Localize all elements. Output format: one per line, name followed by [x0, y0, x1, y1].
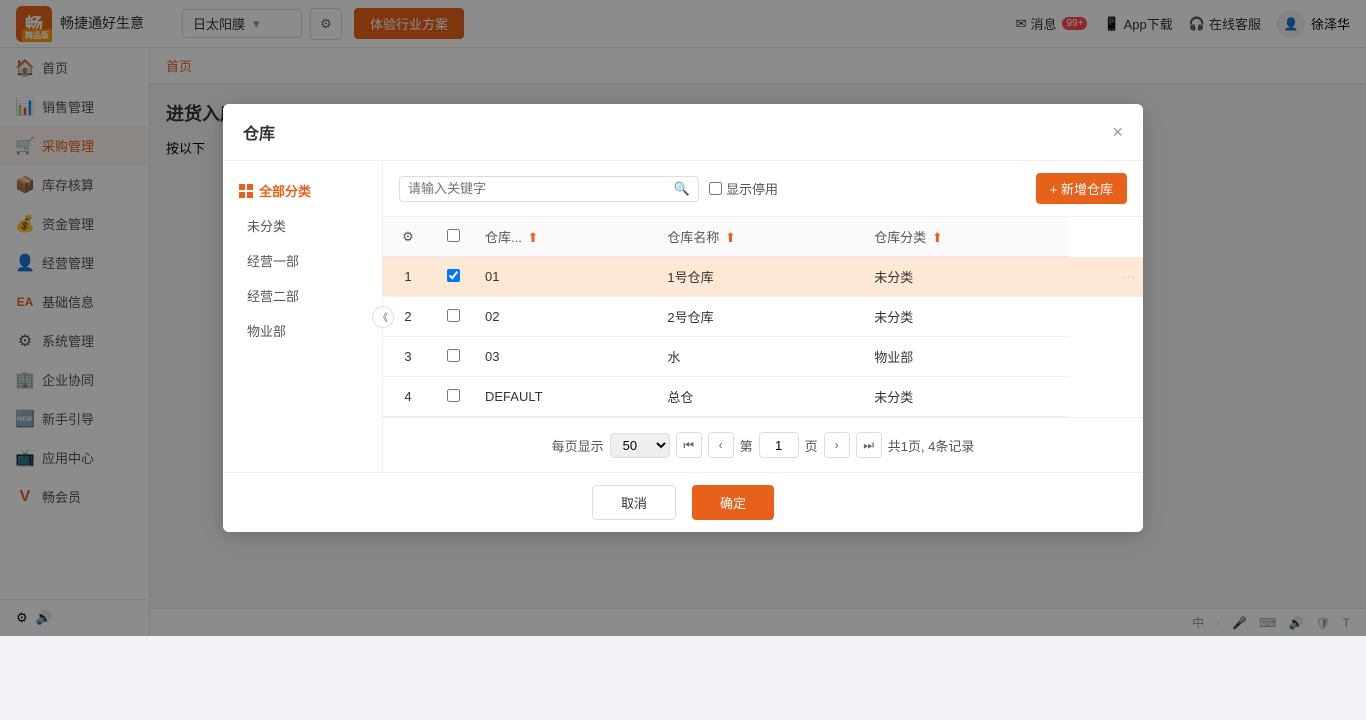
warehouse-table: ⚙ 仓库... ⬆ 仓库名称 [383, 217, 1143, 417]
sidebar-collapse-btn[interactable]: 《 [372, 306, 394, 328]
row-category: 未分类 [862, 297, 1069, 337]
col-check [433, 217, 473, 257]
row-category: 物业部 [862, 337, 1069, 377]
all-category-btn[interactable]: 全部分类 [223, 173, 382, 208]
show-disabled-checkbox[interactable] [709, 182, 722, 195]
modal-sidebar: 全部分类 未分类 经营一部 经营二部 物业部 《 [223, 161, 383, 472]
row-checkbox[interactable] [433, 377, 473, 417]
row-actions[interactable]: ··· [1069, 257, 1143, 297]
row-num: 4 [383, 377, 433, 417]
row-code: 02 [473, 297, 655, 337]
pagination: 每页显示 10 20 50 100 ⏮ ‹ 第 页 › ⏭ 共1页, 4条记录 [383, 417, 1143, 472]
row-name: 2号仓库 [655, 297, 862, 337]
modal-toolbar: 🔍 显示停用 + 新增仓库 [383, 161, 1143, 217]
row-num: 3 [383, 337, 433, 377]
gear-icon[interactable]: ⚙ [402, 229, 414, 244]
show-disabled-label: 显示停用 [709, 179, 778, 198]
table-row[interactable]: 3 03 水 物业部 [383, 337, 1143, 377]
grid-icon [239, 184, 253, 198]
row-num: 1 [383, 257, 433, 297]
select-all-checkbox[interactable] [447, 229, 460, 242]
modal-footer: 取消 确定 [223, 472, 1143, 532]
col-gear: ⚙ [383, 217, 433, 257]
confirm-button[interactable]: 确定 [692, 485, 774, 520]
search-input[interactable] [408, 181, 674, 196]
page-prefix-label: 第 [740, 436, 753, 455]
first-page-btn[interactable]: ⏮ [676, 432, 702, 458]
modal-main: 🔍 显示停用 + 新增仓库 ⚙ [383, 161, 1143, 472]
row-name: 总仓 [655, 377, 862, 417]
col-code: 仓库... ⬆ [473, 217, 655, 257]
modal-header: 仓库 × [223, 104, 1143, 161]
search-box: 🔍 [399, 176, 699, 202]
table-wrapper: ⚙ 仓库... ⬆ 仓库名称 [383, 217, 1143, 417]
cancel-button[interactable]: 取消 [592, 485, 676, 520]
row-name: 1号仓库 [655, 257, 862, 297]
table-row[interactable]: 1 01 1号仓库 未分类 ··· [383, 257, 1143, 297]
row-checkbox[interactable] [433, 297, 473, 337]
new-warehouse-btn[interactable]: + 新增仓库 [1036, 173, 1127, 204]
page-size-select[interactable]: 10 20 50 100 [610, 433, 670, 458]
modal-overlay: 仓库 × 全部分类 未分类 经营一部 经营二部 物业部 [0, 0, 1366, 636]
total-text: 共1页, 4条记录 [888, 436, 975, 455]
next-page-btn[interactable]: › [824, 432, 850, 458]
last-page-btn[interactable]: ⏭ [856, 432, 882, 458]
row-category: 未分类 [862, 257, 1069, 297]
row-category: 未分类 [862, 377, 1069, 417]
row-code: DEFAULT [473, 377, 655, 417]
cat-item-1[interactable]: 经营一部 [223, 243, 382, 278]
modal-title: 仓库 [243, 120, 275, 144]
cat-item-0[interactable]: 未分类 [223, 208, 382, 243]
modal-body: 全部分类 未分类 经营一部 经营二部 物业部 《 🔍 [223, 161, 1143, 472]
row-code: 01 [473, 257, 655, 297]
warehouse-modal: 仓库 × 全部分类 未分类 经营一部 经营二部 物业部 [223, 104, 1143, 532]
row-checkbox[interactable] [433, 337, 473, 377]
col-name: 仓库名称 ⬆ [655, 217, 862, 257]
sort-icon-3: ⬆ [932, 230, 943, 245]
row-name: 水 [655, 337, 862, 377]
row-checkbox[interactable] [433, 257, 473, 297]
table-row[interactable]: 4 DEFAULT 总仓 未分类 [383, 377, 1143, 417]
cat-item-3[interactable]: 物业部 [223, 313, 382, 348]
search-icon: 🔍 [674, 181, 690, 197]
prev-page-btn[interactable]: ‹ [708, 432, 734, 458]
cat-item-2[interactable]: 经营二部 [223, 278, 382, 313]
sort-icon: ⬆ [527, 230, 538, 245]
table-row[interactable]: 2 02 2号仓库 未分类 [383, 297, 1143, 337]
col-category: 仓库分类 ⬆ [862, 217, 1069, 257]
page-number-input[interactable] [759, 432, 799, 458]
page-size-label: 每页显示 [552, 436, 604, 455]
row-code: 03 [473, 337, 655, 377]
sort-icon-2: ⬆ [725, 230, 736, 245]
page-suffix-label: 页 [805, 436, 818, 455]
modal-close-button[interactable]: × [1112, 122, 1123, 143]
